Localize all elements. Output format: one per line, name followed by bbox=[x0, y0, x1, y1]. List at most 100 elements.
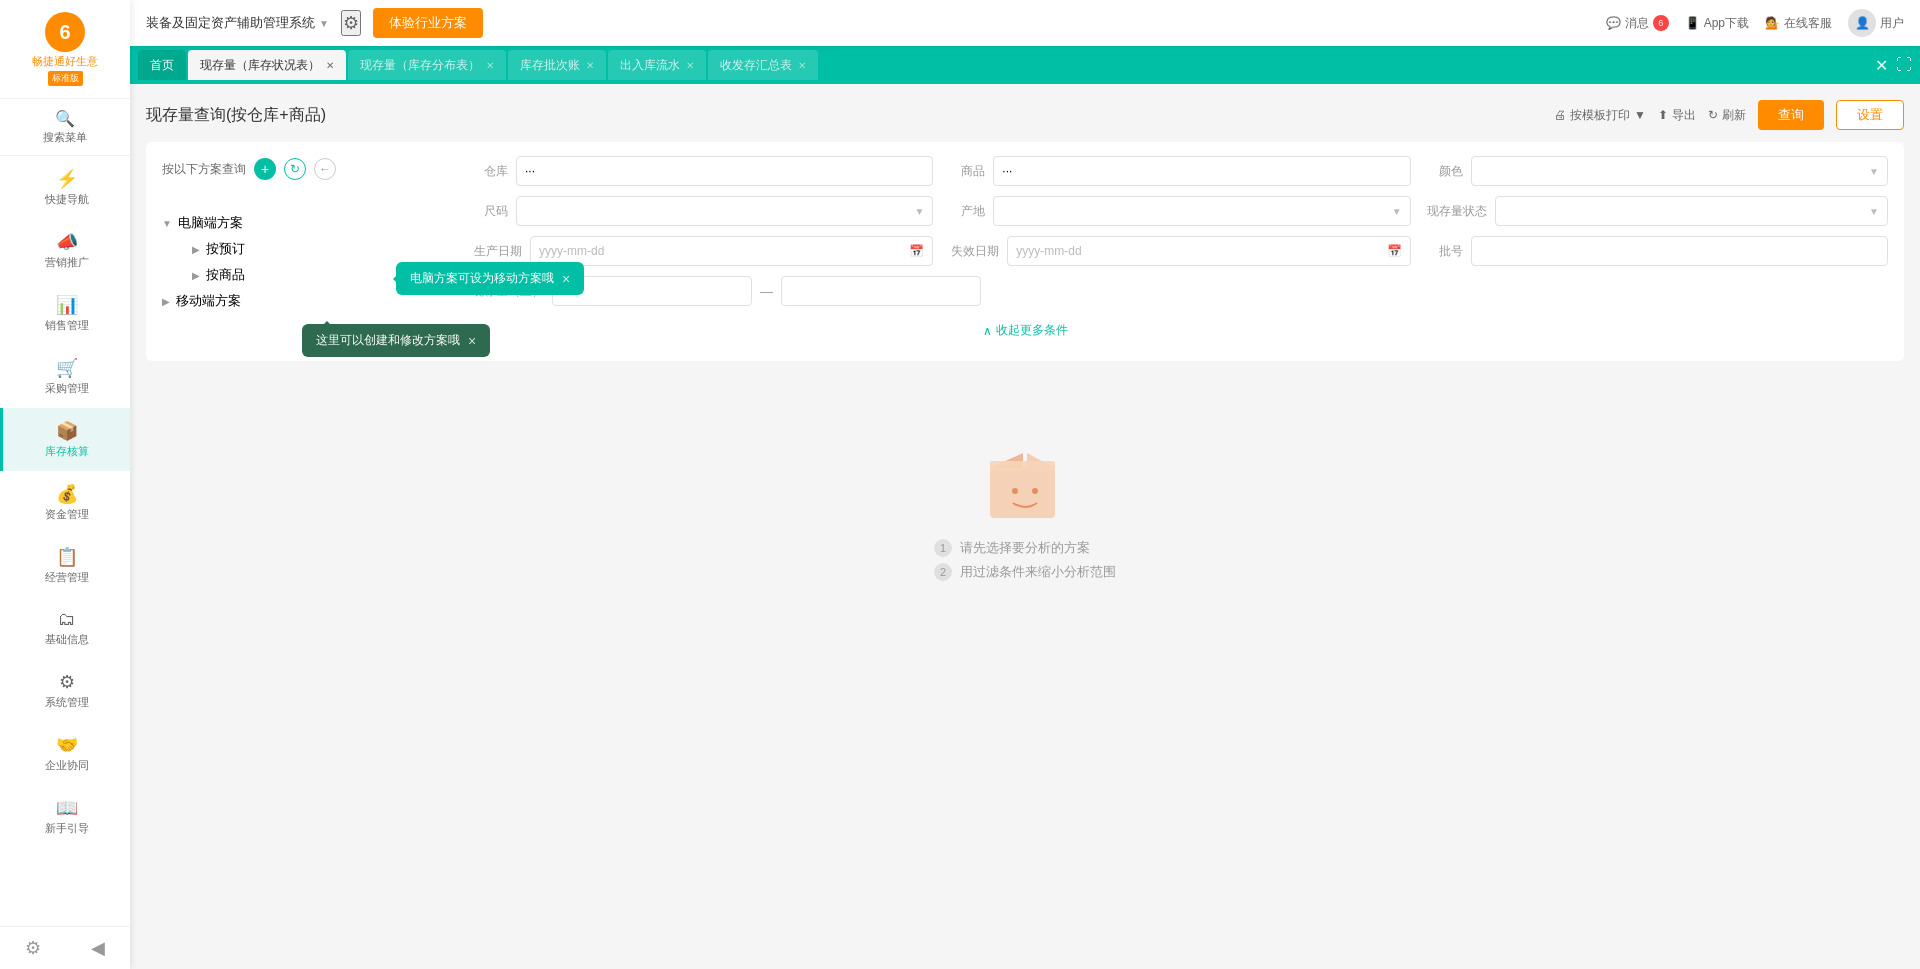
tab-home-label: 首页 bbox=[150, 57, 174, 74]
page-header: 现存量查询(按仓库+商品) 🖨 按模板打印 ▼ ⬆ 导出 ↻ 刷新 查询 设置 bbox=[146, 100, 1904, 130]
prod-date-input[interactable]: yyyy-mm-dd 📅 bbox=[530, 236, 933, 266]
query-button[interactable]: 查询 bbox=[1758, 100, 1824, 130]
tab-home[interactable]: 首页 bbox=[138, 50, 186, 80]
tooltip-create-text: 这里可以创建和修改方案哦 bbox=[316, 332, 460, 349]
product-select[interactable]: ··· bbox=[993, 156, 1410, 186]
expire-date-input[interactable]: yyyy-mm-dd 📅 bbox=[1007, 236, 1410, 266]
filter-item-origin: 产地 ▼ bbox=[949, 196, 1410, 226]
scheme-mobile-label: 移动端方案 bbox=[176, 292, 241, 310]
origin-arrow-icon: ▼ bbox=[1392, 206, 1402, 217]
sidebar-item-quick-nav[interactable]: ⚡ 快捷导航 bbox=[0, 156, 130, 219]
stock-qty-dash: — bbox=[760, 284, 773, 299]
set-button[interactable]: 设置 bbox=[1836, 100, 1904, 130]
scheme-pc-item-2-icon: ▶ bbox=[192, 270, 200, 281]
tab-inout-flow[interactable]: 出入库流水 ✕ bbox=[608, 50, 706, 80]
svg-rect-0 bbox=[990, 468, 1055, 518]
settings-icon[interactable]: ⚙ bbox=[25, 937, 41, 959]
expire-date-label: 失效日期 bbox=[949, 243, 999, 260]
tab-batch-ledger-close[interactable]: ✕ bbox=[586, 60, 594, 71]
tooltip-pc-text: 电脑方案可设为移动方案哦 bbox=[410, 270, 554, 287]
page-title: 现存量查询(按仓库+商品) bbox=[146, 105, 326, 126]
tab-inventory-status-close[interactable]: ✕ bbox=[326, 60, 334, 71]
logo-icon: 6 bbox=[45, 12, 85, 52]
tab-inventory-dist[interactable]: 现存量（库存分布表） ✕ bbox=[348, 50, 506, 80]
online-service-action[interactable]: 💁 在线客服 bbox=[1765, 15, 1832, 32]
prod-date-placeholder: yyyy-mm-dd bbox=[539, 244, 604, 258]
sidebar-nav: ⚡ 快捷导航 📣 营销推广 📊 销售管理 🛒 采购管理 📦 库存核算 💰 资金管… bbox=[0, 156, 130, 926]
tab-collect-summary[interactable]: 收发存汇总表 ✕ bbox=[708, 50, 818, 80]
sidebar-item-marketing[interactable]: 📣 营销推广 bbox=[0, 219, 130, 282]
app-download-action[interactable]: 📱 App下载 bbox=[1685, 15, 1749, 32]
sidebar-item-inventory[interactable]: 📦 库存核算 bbox=[0, 408, 130, 471]
message-label: 消息 bbox=[1625, 15, 1649, 32]
prod-date-calendar-icon: 📅 bbox=[909, 244, 924, 258]
page-actions: 🖨 按模板打印 ▼ ⬆ 导出 ↻ 刷新 查询 设置 bbox=[1554, 100, 1904, 130]
scheme-pc-item-2-label: 按商品 bbox=[206, 266, 245, 284]
warehouse-select[interactable]: ··· bbox=[516, 156, 933, 186]
stock-status-select[interactable]: ▼ bbox=[1495, 196, 1888, 226]
tab-close-all-btn[interactable]: ✕ bbox=[1875, 56, 1888, 75]
filter-row-1: 仓库 ··· 商品 ··· 颜色 ▼ bbox=[472, 156, 1888, 186]
sidebar-item-purchase[interactable]: 🛒 采购管理 bbox=[0, 345, 130, 408]
header-right: 💬 消息 6 📱 App下载 💁 在线客服 👤 用户 bbox=[1606, 9, 1904, 37]
tooltip-pc: 电脑方案可设为移动方案哦 × bbox=[396, 262, 584, 295]
user-avatar: 👤 bbox=[1848, 9, 1876, 37]
sidebar-item-system[interactable]: ⚙ 系统管理 bbox=[0, 659, 130, 722]
tab-inventory-status[interactable]: 现存量（库存状况表） ✕ bbox=[188, 50, 346, 80]
trial-button[interactable]: 体验行业方案 bbox=[373, 8, 483, 38]
batch-no-input[interactable] bbox=[1471, 236, 1888, 266]
color-select[interactable]: ▼ bbox=[1471, 156, 1888, 186]
origin-select[interactable]: ▼ bbox=[993, 196, 1410, 226]
refresh-btn[interactable]: ↻ 刷新 bbox=[1708, 107, 1746, 124]
empty-tip-1: 1 请先选择要分析的方案 bbox=[934, 539, 1116, 557]
scheme-mobile-arrow[interactable]: ▶ bbox=[162, 296, 170, 307]
expire-date-calendar-icon: 📅 bbox=[1387, 244, 1402, 258]
sidebar-item-sales[interactable]: 📊 销售管理 bbox=[0, 282, 130, 345]
scheme-pc-item-1-icon: ▶ bbox=[192, 244, 200, 255]
filter-add-btn[interactable]: + bbox=[254, 158, 276, 180]
sidebar-item-guide[interactable]: 📖 新手引导 bbox=[0, 785, 130, 848]
scheme-pc-arrow[interactable]: ▼ bbox=[162, 218, 172, 229]
tooltip-create-close[interactable]: × bbox=[468, 333, 476, 349]
tab-batch-ledger-label: 库存批次账 bbox=[520, 57, 580, 74]
export-btn[interactable]: ⬆ 导出 bbox=[1658, 107, 1696, 124]
refresh-label: 刷新 bbox=[1722, 107, 1746, 124]
tab-batch-ledger[interactable]: 库存批次账 ✕ bbox=[508, 50, 606, 80]
filter-item-color: 颜色 ▼ bbox=[1427, 156, 1888, 186]
guide-label: 新手引导 bbox=[45, 821, 89, 836]
stock-qty-max[interactable] bbox=[781, 276, 981, 306]
collapse-icon[interactable]: ◀ bbox=[91, 937, 105, 959]
message-badge: 6 bbox=[1653, 15, 1669, 31]
refresh-icon: ↻ bbox=[1708, 108, 1718, 122]
quick-nav-label: 快捷导航 bbox=[45, 192, 89, 207]
sidebar-item-finance[interactable]: 💰 资金管理 bbox=[0, 471, 130, 534]
tooltip-create: 这里可以创建和修改方案哦 × bbox=[302, 324, 490, 357]
tab-collect-summary-close[interactable]: ✕ bbox=[798, 60, 806, 71]
print-icon: 🖨 bbox=[1554, 108, 1566, 122]
tab-inout-flow-close[interactable]: ✕ bbox=[686, 60, 694, 71]
svg-rect-3 bbox=[990, 461, 1055, 471]
filter-item-warehouse: 仓库 ··· bbox=[472, 156, 933, 186]
sidebar-item-basic[interactable]: 🗂 基础信息 bbox=[0, 597, 130, 659]
header-settings-btn[interactable]: ⚙ bbox=[341, 10, 361, 36]
tooltip-pc-close[interactable]: × bbox=[562, 271, 570, 287]
tab-inventory-dist-close[interactable]: ✕ bbox=[486, 60, 494, 71]
print-btn[interactable]: 🖨 按模板打印 ▼ bbox=[1554, 107, 1646, 124]
scheme-pc-label: 电脑端方案 bbox=[178, 214, 243, 232]
filter-refresh-btn[interactable]: ↻ bbox=[284, 158, 306, 180]
logo-tag: 标准版 bbox=[48, 71, 83, 86]
system-selector[interactable]: 装备及固定资产辅助管理系统 ▼ bbox=[146, 14, 329, 32]
basic-label: 基础信息 bbox=[45, 632, 89, 647]
size-select[interactable]: ▼ bbox=[516, 196, 933, 226]
filter-arrow-icon: ← bbox=[319, 162, 331, 176]
sidebar-search[interactable]: 🔍 搜索菜单 bbox=[0, 99, 130, 156]
sidebar-item-operations[interactable]: 📋 经营管理 bbox=[0, 534, 130, 597]
product-dots: ··· bbox=[1002, 164, 1012, 178]
message-action[interactable]: 💬 消息 6 bbox=[1606, 15, 1669, 32]
filter-arrow-btn[interactable]: ← bbox=[314, 158, 336, 180]
filter-add-icon: + bbox=[261, 161, 269, 177]
filter-item-batch-no: 批号 bbox=[1427, 236, 1888, 266]
sidebar-item-enterprise[interactable]: 🤝 企业协同 bbox=[0, 722, 130, 785]
tab-expand-btn[interactable]: ⛶ bbox=[1896, 56, 1912, 75]
user-action[interactable]: 👤 用户 bbox=[1848, 9, 1904, 37]
